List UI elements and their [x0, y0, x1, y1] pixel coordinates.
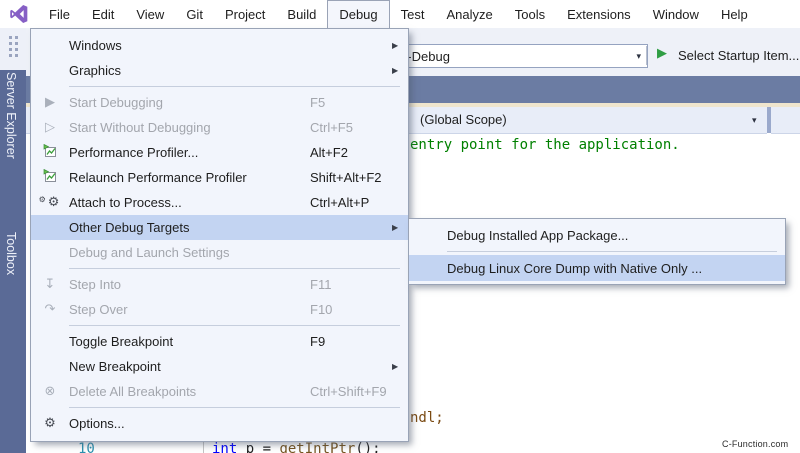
- select-startup-item-button[interactable]: Select Startup Item...: [678, 48, 799, 63]
- grip-dots-icon: [9, 36, 12, 39]
- gears-icon: ⚙⚙: [31, 196, 69, 209]
- menu-help[interactable]: Help: [710, 0, 759, 28]
- menu-extensions[interactable]: Extensions: [556, 0, 642, 28]
- start-debug-play-icon[interactable]: ▶: [657, 46, 667, 61]
- menu-bar: File Edit View Git Project Build Debug T…: [0, 0, 800, 28]
- menu-separator: [69, 407, 400, 408]
- debug-menu: Windows ▶ Graphics ▶ ▶ Start Debugging F…: [30, 28, 409, 442]
- menu-item-debug-and-launch-settings: Debug and Launch Settings: [31, 240, 408, 265]
- navigation-bar-right: [771, 107, 800, 134]
- menu-item-debug-installed-app-package[interactable]: Debug Installed App Package...: [409, 222, 785, 248]
- code-operator: =: [263, 441, 280, 453]
- delete-breakpoints-icon: ⊗: [31, 385, 69, 398]
- menu-item-relaunch-performance-profiler[interactable]: Relaunch Performance Profiler Shift+Alt+…: [31, 165, 408, 190]
- code-comment: entry point for the application.: [410, 137, 680, 153]
- play-outline-icon: ▷: [31, 121, 69, 134]
- menu-item-windows[interactable]: Windows ▶: [31, 33, 408, 58]
- gear-icon: ⚙: [31, 417, 69, 430]
- watermark: C-Function.com: [722, 439, 788, 449]
- submenu-arrow-icon: ▶: [392, 223, 408, 232]
- code-endl-fragment: ndl;: [410, 410, 444, 426]
- menu-item-new-breakpoint[interactable]: New Breakpoint ▶: [31, 354, 408, 379]
- step-over-icon: ↷: [31, 303, 69, 316]
- menu-test[interactable]: Test: [390, 0, 436, 28]
- menu-tools[interactable]: Tools: [504, 0, 556, 28]
- other-debug-targets-submenu: Debug Installed App Package... Debug Lin…: [408, 218, 786, 285]
- scope-dropdown[interactable]: (Global Scope): [420, 112, 507, 127]
- menu-separator: [447, 251, 777, 252]
- menu-item-other-debug-targets[interactable]: Other Debug Targets ▶: [31, 215, 408, 240]
- menu-item-toggle-breakpoint[interactable]: Toggle Breakpoint F9: [31, 329, 408, 354]
- menu-item-attach-to-process[interactable]: ⚙⚙ Attach to Process... Ctrl+Alt+P: [31, 190, 408, 215]
- menu-item-delete-all-breakpoints: ⊗ Delete All Breakpoints Ctrl+Shift+F9: [31, 379, 408, 404]
- menu-edit[interactable]: Edit: [81, 0, 125, 28]
- menu-item-debug-linux-core-dump[interactable]: Debug Linux Core Dump with Native Only .…: [409, 255, 785, 281]
- performance-profiler-icon: [31, 169, 69, 186]
- step-into-icon: ↧: [31, 278, 69, 291]
- chevron-down-icon[interactable]: ▾: [752, 115, 757, 126]
- submenu-arrow-icon: ▶: [392, 362, 408, 371]
- editor-gutter-line: [203, 441, 204, 453]
- menu-git[interactable]: Git: [175, 0, 214, 28]
- toolbar-separator: [646, 46, 647, 65]
- menu-item-step-into: ↧ Step Into F11: [31, 272, 408, 297]
- line-number: 10: [78, 441, 95, 453]
- rail-top-strip: [0, 28, 26, 70]
- sidebar-tab-server-explorer[interactable]: Server Explorer: [4, 72, 18, 159]
- tool-window-rail: Server Explorer Toolbox: [0, 28, 26, 453]
- code-tail: ();: [355, 441, 380, 453]
- code-variable: p: [237, 441, 262, 453]
- menu-window[interactable]: Window: [642, 0, 710, 28]
- submenu-arrow-icon: ▶: [392, 41, 408, 50]
- menu-item-options[interactable]: ⚙ Options...: [31, 411, 408, 436]
- menu-separator: [69, 86, 400, 87]
- menu-view[interactable]: View: [125, 0, 175, 28]
- visual-studio-logo-icon: [0, 0, 38, 28]
- submenu-arrow-icon: ▶: [392, 66, 408, 75]
- menu-item-performance-profiler[interactable]: Performance Profiler... Alt+F2: [31, 140, 408, 165]
- menu-item-graphics[interactable]: Graphics ▶: [31, 58, 408, 83]
- menu-item-step-over: ↷ Step Over F10: [31, 297, 408, 322]
- vs-window: Linux-GCC-Debug ▾ ▶ Select Startup Item.…: [0, 0, 800, 453]
- menu-separator: [69, 325, 400, 326]
- play-filled-icon: ▶: [31, 96, 69, 109]
- code-keyword: int: [212, 441, 237, 453]
- menu-debug[interactable]: Debug: [327, 0, 389, 28]
- menu-item-start-debugging: ▶ Start Debugging F5: [31, 90, 408, 115]
- chevron-down-icon: ▾: [636, 51, 641, 62]
- sidebar-tab-toolbox[interactable]: Toolbox: [4, 232, 18, 275]
- menu-project[interactable]: Project: [214, 0, 276, 28]
- menu-analyze[interactable]: Analyze: [435, 0, 503, 28]
- menu-item-start-without-debugging: ▷ Start Without Debugging Ctrl+F5: [31, 115, 408, 140]
- menu-file[interactable]: File: [38, 0, 81, 28]
- code-line: int p = getIntPtr();: [212, 441, 381, 453]
- performance-profiler-icon: [31, 144, 69, 161]
- menu-separator: [69, 268, 400, 269]
- code-function: getIntPtr: [279, 441, 355, 453]
- menu-build[interactable]: Build: [276, 0, 327, 28]
